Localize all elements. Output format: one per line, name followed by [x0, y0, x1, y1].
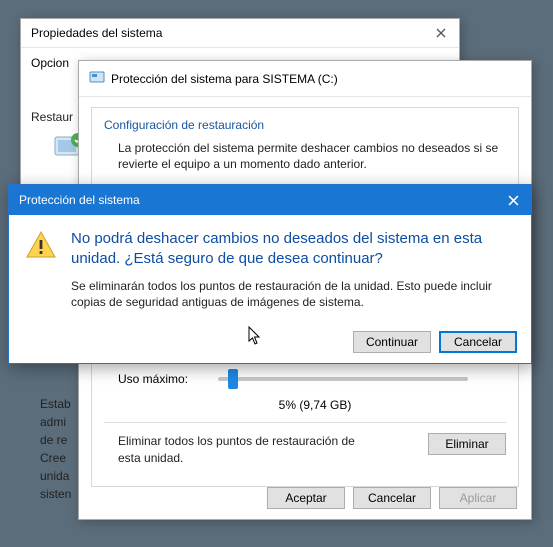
- cancel-button[interactable]: Cancelar: [439, 331, 517, 353]
- divider: [104, 422, 506, 423]
- close-icon[interactable]: [505, 192, 521, 208]
- cancel-button[interactable]: Cancelar: [353, 487, 431, 509]
- accept-button[interactable]: Aceptar: [267, 487, 345, 509]
- delete-button[interactable]: Eliminar: [428, 433, 506, 455]
- dialog-title: Protección del sistema: [19, 193, 140, 207]
- titlebar: Protección del sistema para SISTEMA (C:): [79, 61, 531, 97]
- max-usage-label: Uso máximo:: [118, 372, 188, 386]
- titlebar: Protección del sistema: [9, 185, 531, 215]
- disk-usage-slider[interactable]: [218, 377, 468, 381]
- slider-value-text: 5% (9,74 GB): [124, 398, 506, 412]
- section-title: Configuración de restauración: [104, 118, 506, 132]
- apply-button: Aplicar: [439, 487, 517, 509]
- confirmation-dialog: Protección del sistema No podrá deshacer…: [8, 184, 532, 364]
- section-description: La protección del sistema permite deshac…: [118, 140, 506, 172]
- continue-button[interactable]: Continuar: [353, 331, 431, 353]
- background-truncated-text: Estab admi de re Cree unida sisten: [40, 395, 71, 503]
- close-icon[interactable]: [433, 25, 449, 41]
- window-title: Propiedades del sistema: [31, 26, 162, 40]
- drive-icon: [89, 69, 105, 88]
- dialog-headline: No podrá deshacer cambios no deseados de…: [71, 229, 513, 268]
- titlebar: Propiedades del sistema: [21, 19, 459, 48]
- warning-icon: [25, 229, 57, 264]
- dialog-subtext: Se eliminarán todos los puntos de restau…: [71, 278, 513, 310]
- mouse-cursor-icon: [248, 326, 262, 346]
- slider-thumb[interactable]: [228, 369, 238, 389]
- window-title: Protección del sistema para SISTEMA (C:): [111, 72, 338, 86]
- delete-description: Eliminar todos los puntos de restauració…: [118, 433, 378, 465]
